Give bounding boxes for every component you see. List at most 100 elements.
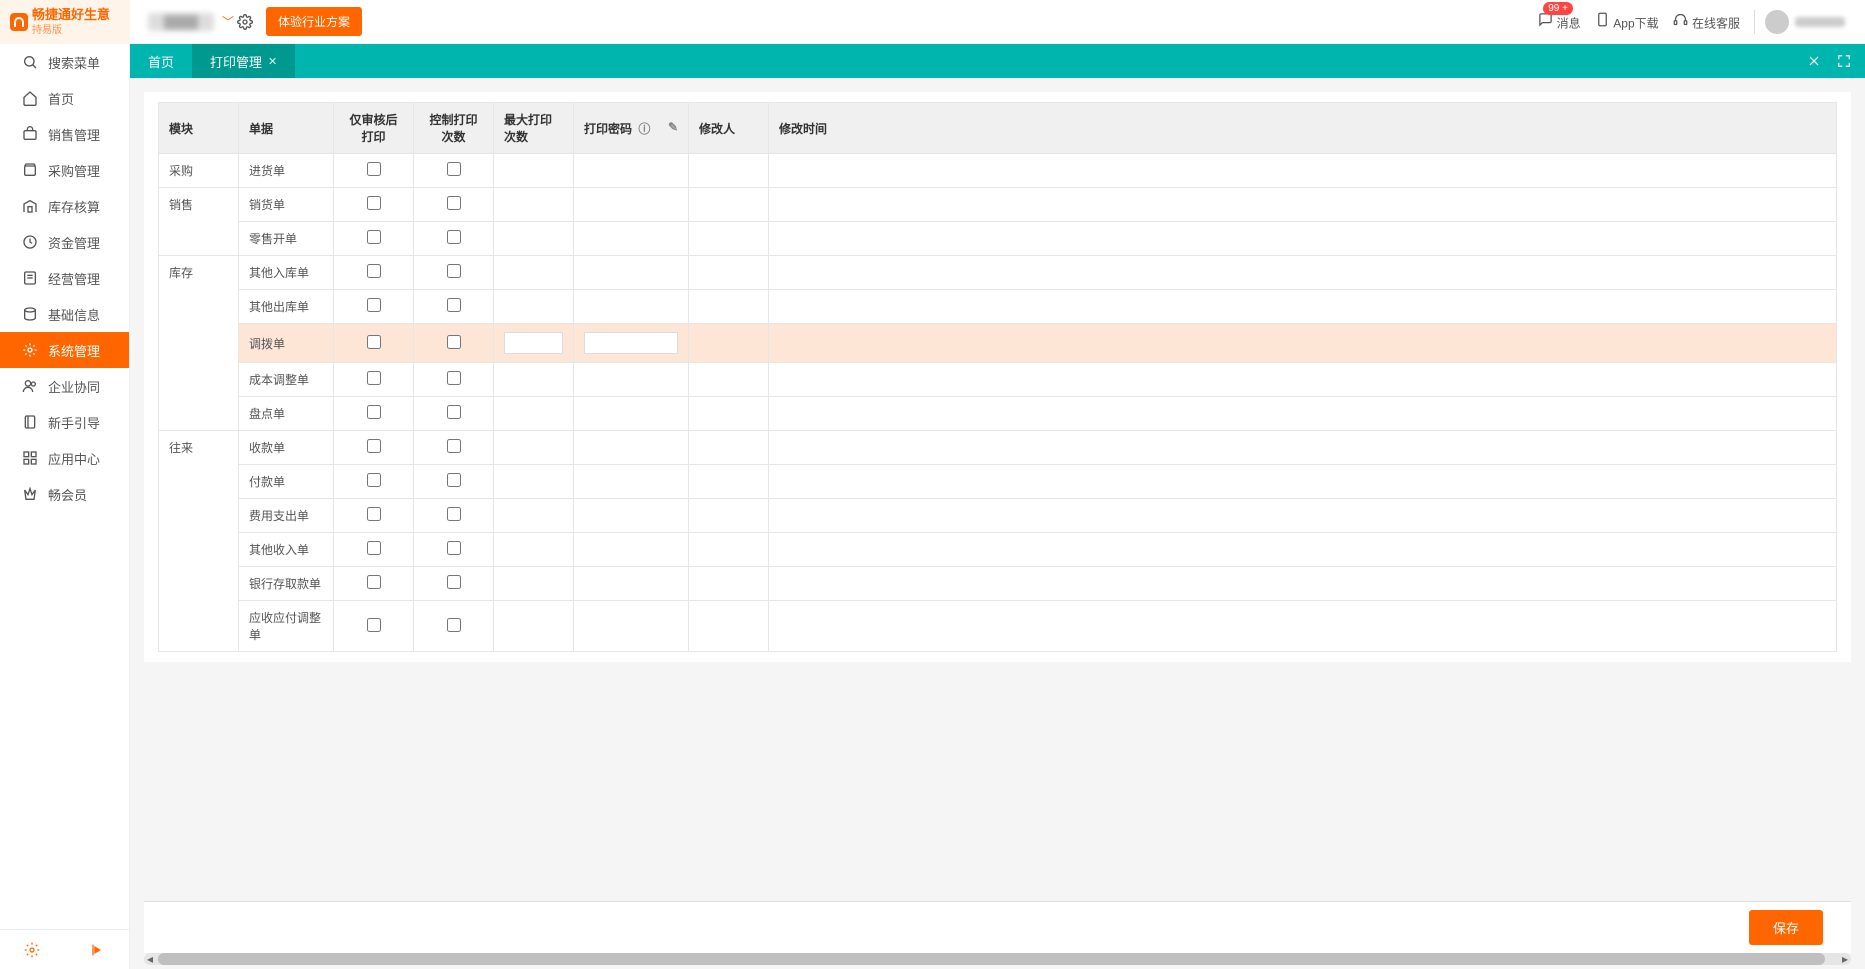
table-row[interactable]: 往来收款单 xyxy=(159,431,1837,465)
control-count-checkbox[interactable] xyxy=(447,371,461,385)
pwd-cell xyxy=(574,499,689,533)
help-icon[interactable]: ⓘ xyxy=(638,122,650,136)
col-header: 修改时间 xyxy=(769,103,1837,154)
audit-only-checkbox[interactable] xyxy=(367,439,381,453)
table-row[interactable]: 库存其他入库单 xyxy=(159,256,1837,290)
control-count-checkbox[interactable] xyxy=(447,230,461,244)
table-row[interactable]: 调拨单 xyxy=(159,324,1837,363)
table-row[interactable]: 零售开单 xyxy=(159,222,1837,256)
doc-cell: 零售开单 xyxy=(239,222,334,256)
scroll-right-icon[interactable]: ▸ xyxy=(1839,953,1851,965)
table-row[interactable]: 银行存取款单 xyxy=(159,567,1837,601)
sidebar-item-warehouse[interactable]: 库存核算 xyxy=(0,188,129,224)
collapse-icon[interactable] xyxy=(89,942,105,958)
table-row[interactable]: 应收应付调整单 xyxy=(159,601,1837,652)
control-count-checkbox[interactable] xyxy=(447,541,461,555)
audit-cell xyxy=(334,363,414,397)
gear-icon[interactable] xyxy=(24,942,40,958)
company-selector[interactable]: ████ ﹀ xyxy=(148,13,234,31)
table-row[interactable]: 成本调整单 xyxy=(159,363,1837,397)
control-count-checkbox[interactable] xyxy=(447,298,461,312)
messages-link[interactable]: 消息 xyxy=(1537,12,1580,32)
audit-only-checkbox[interactable] xyxy=(367,298,381,312)
sidebar-item-label: 销售管理 xyxy=(48,125,100,144)
bag-icon xyxy=(22,162,38,178)
time-cell xyxy=(769,601,1837,652)
sidebar-item-users[interactable]: 企业协同 xyxy=(0,368,129,404)
table-row[interactable]: 销售销货单 xyxy=(159,188,1837,222)
table-row[interactable]: 付款单 xyxy=(159,465,1837,499)
edit-icon[interactable]: ✎ xyxy=(668,120,678,134)
editor-cell xyxy=(689,363,769,397)
sidebar-item-book[interactable]: 新手引导 xyxy=(0,404,129,440)
sidebar-item-apps[interactable]: 应用中心 xyxy=(0,440,129,476)
audit-only-checkbox[interactable] xyxy=(367,335,381,349)
save-button[interactable]: 保存 xyxy=(1749,910,1823,945)
h-scrollbar[interactable]: ◂ ▸ xyxy=(144,953,1851,965)
audit-only-checkbox[interactable] xyxy=(367,575,381,589)
table-row[interactable]: 盘点单 xyxy=(159,397,1837,431)
ctl-cell xyxy=(414,324,494,363)
sidebar-item-search[interactable]: 搜索菜单 xyxy=(0,44,129,80)
sidebar-item-clock[interactable]: 资金管理 xyxy=(0,224,129,260)
control-count-checkbox[interactable] xyxy=(447,335,461,349)
apps-icon xyxy=(22,450,38,466)
sidebar-item-report[interactable]: 经营管理 xyxy=(0,260,129,296)
sidebar-item-cart[interactable]: 销售管理 xyxy=(0,116,129,152)
audit-only-checkbox[interactable] xyxy=(367,196,381,210)
control-count-checkbox[interactable] xyxy=(447,618,461,632)
audit-only-checkbox[interactable] xyxy=(367,230,381,244)
fullscreen-icon[interactable] xyxy=(1831,48,1857,74)
control-count-checkbox[interactable] xyxy=(447,473,461,487)
user-menu[interactable] xyxy=(1754,10,1845,34)
close-icon[interactable]: ✕ xyxy=(268,55,277,68)
doc-cell: 费用支出单 xyxy=(239,499,334,533)
time-cell xyxy=(769,324,1837,363)
sidebar-item-gear[interactable]: 系统管理 xyxy=(0,332,129,368)
customer-service-link[interactable]: 在线客服 xyxy=(1673,12,1740,32)
table-row[interactable]: 费用支出单 xyxy=(159,499,1837,533)
doc-label: 进货单 xyxy=(249,164,285,178)
close-tab-icon[interactable] xyxy=(1801,48,1827,74)
scroll-thumb[interactable] xyxy=(158,953,1825,965)
control-count-checkbox[interactable] xyxy=(447,575,461,589)
audit-only-checkbox[interactable] xyxy=(367,541,381,555)
brand-title: 畅捷通好生意 xyxy=(32,8,110,21)
sidebar-item-vip[interactable]: 畅会员 xyxy=(0,476,129,512)
scroll-left-icon[interactable]: ◂ xyxy=(144,953,156,965)
warehouse-icon xyxy=(22,198,38,214)
max-cell xyxy=(494,363,574,397)
control-count-checkbox[interactable] xyxy=(447,439,461,453)
control-count-checkbox[interactable] xyxy=(447,405,461,419)
max-cell xyxy=(494,154,574,188)
app-download-link[interactable]: App下载 xyxy=(1595,12,1659,32)
sidebar-item-home[interactable]: 首页 xyxy=(0,80,129,116)
tab-0[interactable]: 首页 xyxy=(130,44,192,78)
doc-label: 其他出库单 xyxy=(249,300,309,314)
max-print-input[interactable] xyxy=(504,332,563,354)
settings-icon[interactable] xyxy=(234,11,256,33)
audit-only-checkbox[interactable] xyxy=(367,162,381,176)
tab-1[interactable]: 打印管理✕ xyxy=(192,44,295,78)
audit-only-checkbox[interactable] xyxy=(367,264,381,278)
control-count-checkbox[interactable] xyxy=(447,507,461,521)
module-label: 销售 xyxy=(169,198,193,212)
industry-plan-button[interactable]: 体验行业方案 xyxy=(266,7,362,36)
table-row[interactable]: 其他收入单 xyxy=(159,533,1837,567)
audit-only-checkbox[interactable] xyxy=(367,473,381,487)
print-password-input[interactable] xyxy=(584,332,678,354)
control-count-checkbox[interactable] xyxy=(447,264,461,278)
brand-icon xyxy=(10,13,28,31)
control-count-checkbox[interactable] xyxy=(447,162,461,176)
sidebar-item-db[interactable]: 基础信息 xyxy=(0,296,129,332)
audit-only-checkbox[interactable] xyxy=(367,618,381,632)
clock-icon xyxy=(22,234,38,250)
audit-only-checkbox[interactable] xyxy=(367,405,381,419)
sidebar-item-bag[interactable]: 采购管理 xyxy=(0,152,129,188)
brand-logo[interactable]: 畅捷通好生意 持易版 xyxy=(0,0,130,44)
table-row[interactable]: 采购进货单 xyxy=(159,154,1837,188)
table-row[interactable]: 其他出库单 xyxy=(159,290,1837,324)
audit-only-checkbox[interactable] xyxy=(367,507,381,521)
control-count-checkbox[interactable] xyxy=(447,196,461,210)
audit-only-checkbox[interactable] xyxy=(367,371,381,385)
